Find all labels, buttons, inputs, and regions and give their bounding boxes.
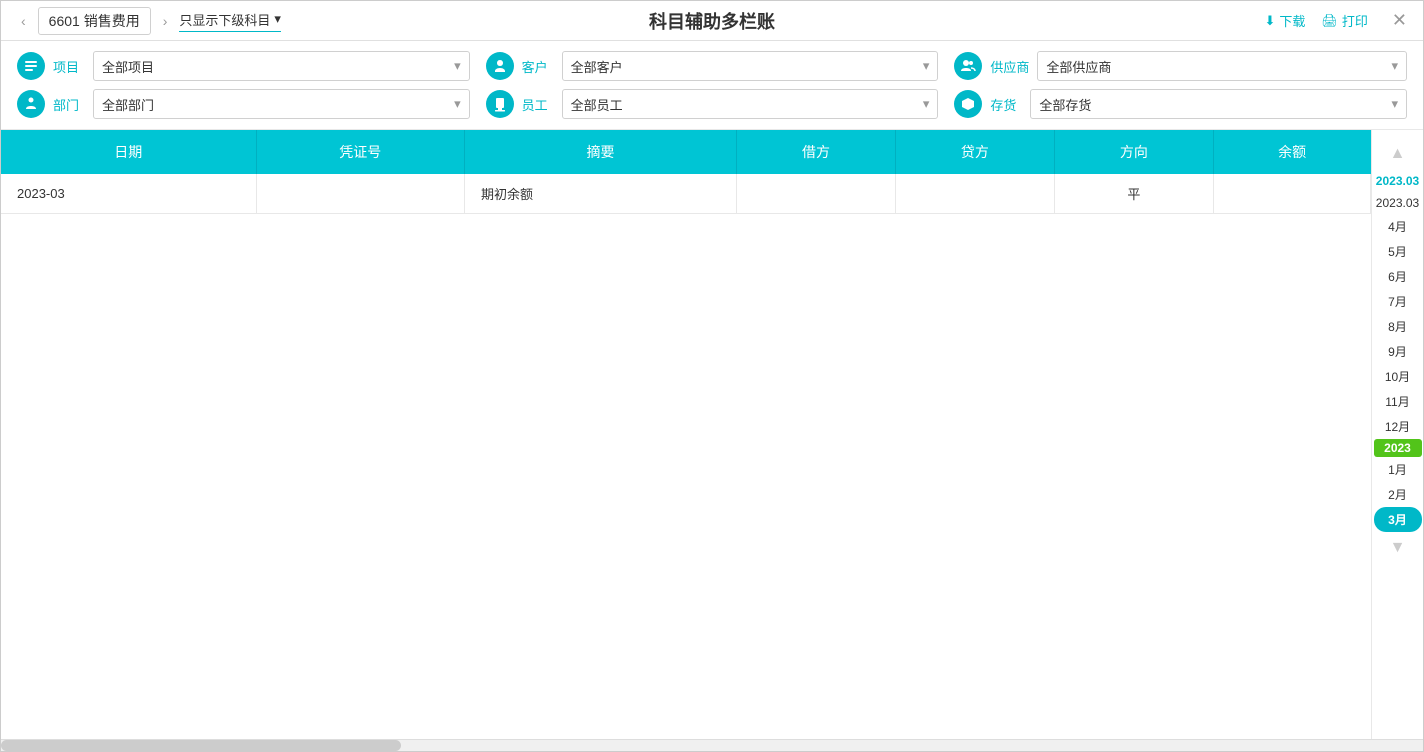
download-label: 下载: [1279, 11, 1305, 30]
prev-arrow[interactable]: ‹: [17, 11, 30, 31]
sidebar-period-item[interactable]: 10月: [1374, 364, 1422, 389]
filter-item-inventory: 存货 全部存货 ▾: [954, 89, 1407, 119]
employee-select[interactable]: 全部员工 ▾: [562, 89, 939, 119]
cell-credit: [895, 174, 1054, 214]
cell-debit: [736, 174, 895, 214]
sidebar-period-item[interactable]: 8月: [1374, 314, 1422, 339]
col-debit: 借方: [736, 130, 895, 174]
sidebar-period-item[interactable]: 7月: [1374, 289, 1422, 314]
employee-label: 员工: [522, 95, 554, 114]
title-bar: ‹ 6601 销售费用 › 只显示下级科目 ▾ 科目辅助多栏账 ⬇ 下载 🖨 打…: [1, 1, 1423, 41]
horizontal-scrollbar[interactable]: [1, 739, 1423, 751]
supplier-arrow: ▾: [1391, 58, 1398, 74]
customer-select[interactable]: 全部客户 ▾: [562, 51, 939, 81]
col-direction: 方向: [1054, 130, 1213, 174]
project-arrow: ▾: [454, 58, 461, 74]
sidebar-up-arrow[interactable]: ▲: [1386, 142, 1410, 166]
table-row[interactable]: 2023-03 期初余额 平: [1, 174, 1371, 214]
sidebar-period-item[interactable]: 5月: [1374, 239, 1422, 264]
download-icon: ⬇: [1264, 13, 1275, 29]
sidebar-period-item[interactable]: 2023.03: [1374, 170, 1422, 192]
print-label: 打印: [1342, 11, 1368, 30]
col-voucher: 凭证号: [256, 130, 464, 174]
inventory-icon: [954, 90, 982, 118]
col-balance: 余额: [1213, 130, 1370, 174]
sidebar-period-item[interactable]: 3月: [1374, 507, 1422, 532]
supplier-icon: [954, 52, 982, 80]
sidebar-period-item[interactable]: 4月: [1374, 214, 1422, 239]
employee-arrow: ▾: [923, 96, 930, 112]
ledger-table: 日期 凭证号 摘要 借方 贷方 方向 余额 2023-03 期初余额 平: [1, 130, 1371, 214]
customer-arrow: ▾: [923, 58, 930, 74]
cell-summary: 期初余额: [464, 174, 736, 214]
filter-item-employee: 员工 全部员工 ▾: [486, 89, 939, 119]
account-code: 6601 销售费用: [38, 7, 151, 35]
filter-row-1: 项目 全部项目 ▾ 客户 全部客户 ▾: [17, 51, 1407, 81]
filter-item-department: 部门 全部部门 ▾: [17, 89, 470, 119]
col-summary: 摘要: [464, 130, 736, 174]
sidebar-period-item[interactable]: 2月: [1374, 482, 1422, 507]
department-arrow: ▾: [454, 96, 461, 112]
inventory-select[interactable]: 全部存货 ▾: [1030, 89, 1407, 119]
customer-label: 客户: [522, 57, 554, 76]
inventory-label: 存货: [990, 95, 1022, 114]
cell-voucher: [256, 174, 464, 214]
sidebar-period-item[interactable]: 11月: [1374, 389, 1422, 414]
print-icon: 🖨: [1321, 13, 1338, 29]
supplier-select[interactable]: 全部供应商 ▾: [1037, 51, 1407, 81]
project-value: 全部项目: [102, 57, 154, 76]
print-button[interactable]: 🖨 打印: [1321, 11, 1368, 30]
sidebar-period-item[interactable]: 12月: [1374, 414, 1422, 439]
filter-item-project: 项目 全部项目 ▾: [17, 51, 470, 81]
sidebar-period-item[interactable]: 2023: [1374, 439, 1422, 457]
col-date: 日期: [1, 130, 256, 174]
cell-balance: [1213, 174, 1370, 214]
supplier-label: 供应商: [990, 57, 1029, 76]
filter-item-supplier: 供应商 全部供应商 ▾: [954, 51, 1407, 81]
employee-icon: [486, 90, 514, 118]
cell-direction: 平: [1054, 174, 1213, 214]
col-credit: 贷方: [895, 130, 1054, 174]
title-actions: ⬇ 下载 🖨 打印 ✕: [1264, 10, 1407, 31]
show-sub-toggle[interactable]: 只显示下级科目 ▾: [179, 10, 281, 32]
filter-area: 项目 全部项目 ▾ 客户 全部客户 ▾: [1, 41, 1423, 130]
inventory-value: 全部存货: [1039, 95, 1091, 114]
sidebar-period-item[interactable]: 1月: [1374, 457, 1422, 482]
right-sidebar: ▲ 2023.032023.034月5月6月7月8月9月10月11月12月202…: [1371, 130, 1423, 739]
sidebar-period-item[interactable]: 2023.03: [1374, 192, 1422, 214]
cell-date: 2023-03: [1, 174, 256, 214]
main-window: ‹ 6601 销售费用 › 只显示下级科目 ▾ 科目辅助多栏账 ⬇ 下载 🖨 打…: [0, 0, 1424, 752]
sidebar-period-item[interactable]: 6月: [1374, 264, 1422, 289]
download-button[interactable]: ⬇ 下载: [1264, 11, 1305, 30]
customer-value: 全部客户: [571, 57, 623, 76]
chevron-down-icon: ▾: [274, 11, 281, 27]
close-button[interactable]: ✕: [1392, 10, 1407, 31]
sidebar-period-item[interactable]: 9月: [1374, 339, 1422, 364]
filter-item-customer: 客户 全部客户 ▾: [486, 51, 939, 81]
title-left: ‹ 6601 销售费用 › 只显示下级科目 ▾: [17, 7, 281, 35]
department-label: 部门: [53, 95, 85, 114]
customer-icon: [486, 52, 514, 80]
page-title: 科目辅助多栏账: [649, 8, 775, 34]
department-value: 全部部门: [102, 95, 154, 114]
project-label: 项目: [53, 57, 85, 76]
next-arrow[interactable]: ›: [159, 11, 172, 31]
table-header-row: 日期 凭证号 摘要 借方 贷方 方向 余额: [1, 130, 1371, 174]
project-icon: [17, 52, 45, 80]
filter-row-2: 部门 全部部门 ▾ 员工 全部员工 ▾: [17, 89, 1407, 119]
department-icon: [17, 90, 45, 118]
project-select[interactable]: 全部项目 ▾: [93, 51, 470, 81]
sidebar-down-arrow[interactable]: ▼: [1386, 536, 1410, 560]
employee-value: 全部员工: [571, 95, 623, 114]
supplier-value: 全部供应商: [1046, 57, 1111, 76]
show-sub-label: 只显示下级科目: [179, 10, 270, 29]
table-container[interactable]: 日期 凭证号 摘要 借方 贷方 方向 余额 2023-03 期初余额 平: [1, 130, 1371, 739]
scrollbar-thumb[interactable]: [1, 740, 401, 751]
department-select[interactable]: 全部部门 ▾: [93, 89, 470, 119]
inventory-arrow: ▾: [1391, 96, 1398, 112]
